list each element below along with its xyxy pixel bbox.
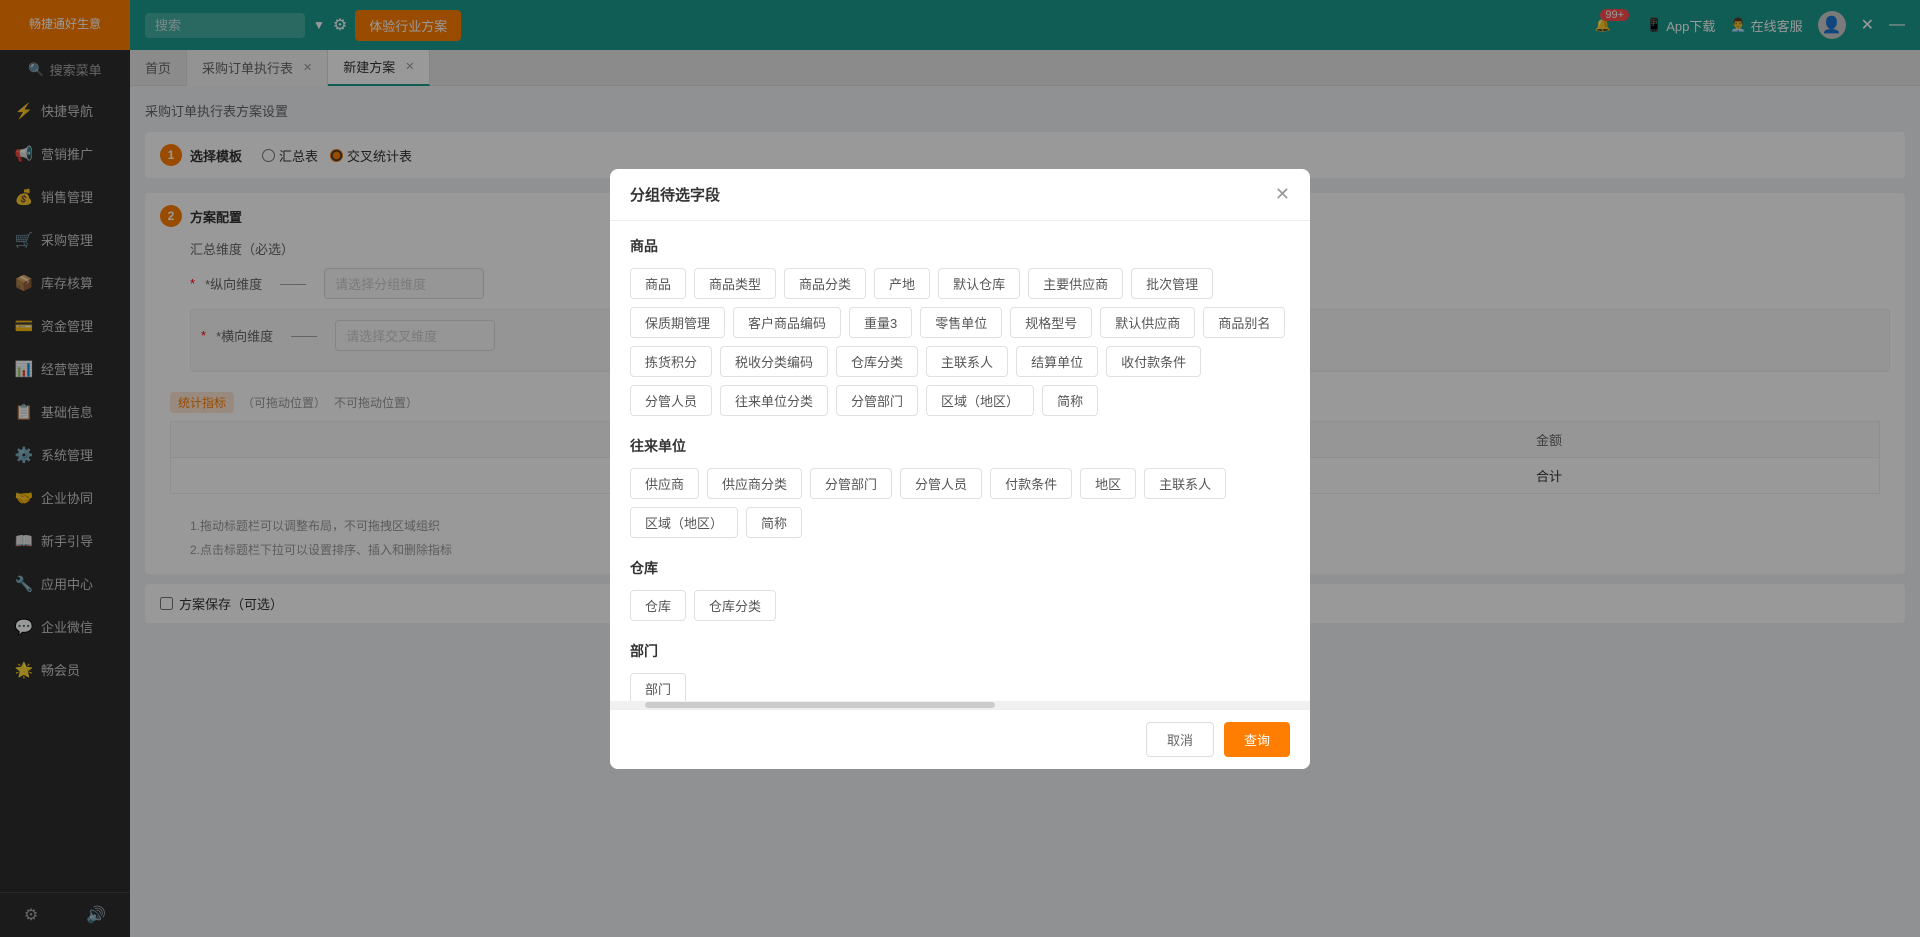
field-section-仓库: 仓库仓库仓库分类 <box>630 558 1290 621</box>
field-selection-modal: 分组待选字段 ✕ 商品商品商品类型商品分类产地默认仓库主要供应商批次管理保质期管… <box>610 169 1310 769</box>
field-grid: 仓库仓库分类 <box>630 590 1290 621</box>
horizontal-scrollbar[interactable] <box>610 701 1310 709</box>
field-tag[interactable]: 结算单位 <box>1016 346 1098 377</box>
field-tag[interactable]: 产地 <box>874 268 930 299</box>
field-section-title: 部门 <box>630 641 1290 661</box>
field-tag[interactable]: 商品 <box>630 268 686 299</box>
field-tag[interactable]: 主要供应商 <box>1028 268 1123 299</box>
field-tag[interactable]: 地区 <box>1080 468 1136 499</box>
field-tag[interactable]: 主联系人 <box>926 346 1008 377</box>
field-tag[interactable]: 往来单位分类 <box>720 385 828 416</box>
field-grid: 部门 <box>630 673 1290 701</box>
field-tag[interactable]: 重量3 <box>849 307 912 338</box>
field-tag[interactable]: 规格型号 <box>1010 307 1092 338</box>
confirm-button[interactable]: 查询 <box>1224 722 1290 757</box>
field-tag[interactable]: 仓库 <box>630 590 686 621</box>
field-tag[interactable]: 简称 <box>746 507 802 538</box>
field-section-title: 仓库 <box>630 558 1290 578</box>
field-tag[interactable]: 商品类型 <box>694 268 776 299</box>
field-tag[interactable]: 区域（地区） <box>926 385 1034 416</box>
field-tag[interactable]: 拣货积分 <box>630 346 712 377</box>
field-grid: 商品商品类型商品分类产地默认仓库主要供应商批次管理保质期管理客户商品编码重量3 零… <box>630 268 1290 416</box>
field-tag[interactable]: 零售单位 <box>920 307 1002 338</box>
field-tag[interactable]: 分管人员 <box>900 468 982 499</box>
cancel-button[interactable]: 取消 <box>1146 722 1214 757</box>
modal-body[interactable]: 商品商品商品类型商品分类产地默认仓库主要供应商批次管理保质期管理客户商品编码重量… <box>610 221 1310 701</box>
field-tag[interactable]: 简称 <box>1042 385 1098 416</box>
field-tag[interactable]: 默认供应商 <box>1100 307 1195 338</box>
field-tag[interactable]: 分管人员 <box>630 385 712 416</box>
field-tag[interactable]: 商品别名 <box>1203 307 1285 338</box>
field-section-title: 往来单位 <box>630 436 1290 456</box>
field-tag[interactable]: 付款条件 <box>990 468 1072 499</box>
field-tag[interactable]: 保质期管理 <box>630 307 725 338</box>
field-tag[interactable]: 客户商品编码 <box>733 307 841 338</box>
field-tag[interactable]: 主联系人 <box>1144 468 1226 499</box>
modal-close-button[interactable]: ✕ <box>1275 184 1290 205</box>
field-section-部门: 部门部门 <box>630 641 1290 701</box>
field-grid: 供应商供应商分类分管部门分管人员付款条件地区主联系人区域（地区） 简称 <box>630 468 1290 538</box>
field-tag[interactable]: 批次管理 <box>1131 268 1213 299</box>
field-section-往来单位: 往来单位供应商供应商分类分管部门分管人员付款条件地区主联系人区域（地区） 简称 <box>630 436 1290 538</box>
field-tag[interactable]: 供应商 <box>630 468 699 499</box>
field-tag[interactable]: 税收分类编码 <box>720 346 828 377</box>
modal-footer: 取消 查询 <box>610 709 1310 769</box>
field-tag[interactable]: 分管部门 <box>810 468 892 499</box>
field-section-title: 商品 <box>630 236 1290 256</box>
field-tag[interactable]: 仓库分类 <box>836 346 918 377</box>
modal-overlay[interactable]: 分组待选字段 ✕ 商品商品商品类型商品分类产地默认仓库主要供应商批次管理保质期管… <box>0 0 1920 937</box>
field-tag[interactable]: 默认仓库 <box>938 268 1020 299</box>
field-tag[interactable]: 商品分类 <box>784 268 866 299</box>
hscroll-thumb[interactable] <box>645 702 995 708</box>
field-tag[interactable]: 供应商分类 <box>707 468 802 499</box>
field-tag[interactable]: 部门 <box>630 673 686 701</box>
field-tag[interactable]: 区域（地区） <box>630 507 738 538</box>
field-tag[interactable]: 仓库分类 <box>694 590 776 621</box>
field-section-商品: 商品商品商品类型商品分类产地默认仓库主要供应商批次管理保质期管理客户商品编码重量… <box>630 236 1290 416</box>
modal-title: 分组待选字段 <box>630 184 720 205</box>
field-tag[interactable]: 分管部门 <box>836 385 918 416</box>
field-tag[interactable]: 收付款条件 <box>1106 346 1201 377</box>
modal-header: 分组待选字段 ✕ <box>610 169 1310 221</box>
